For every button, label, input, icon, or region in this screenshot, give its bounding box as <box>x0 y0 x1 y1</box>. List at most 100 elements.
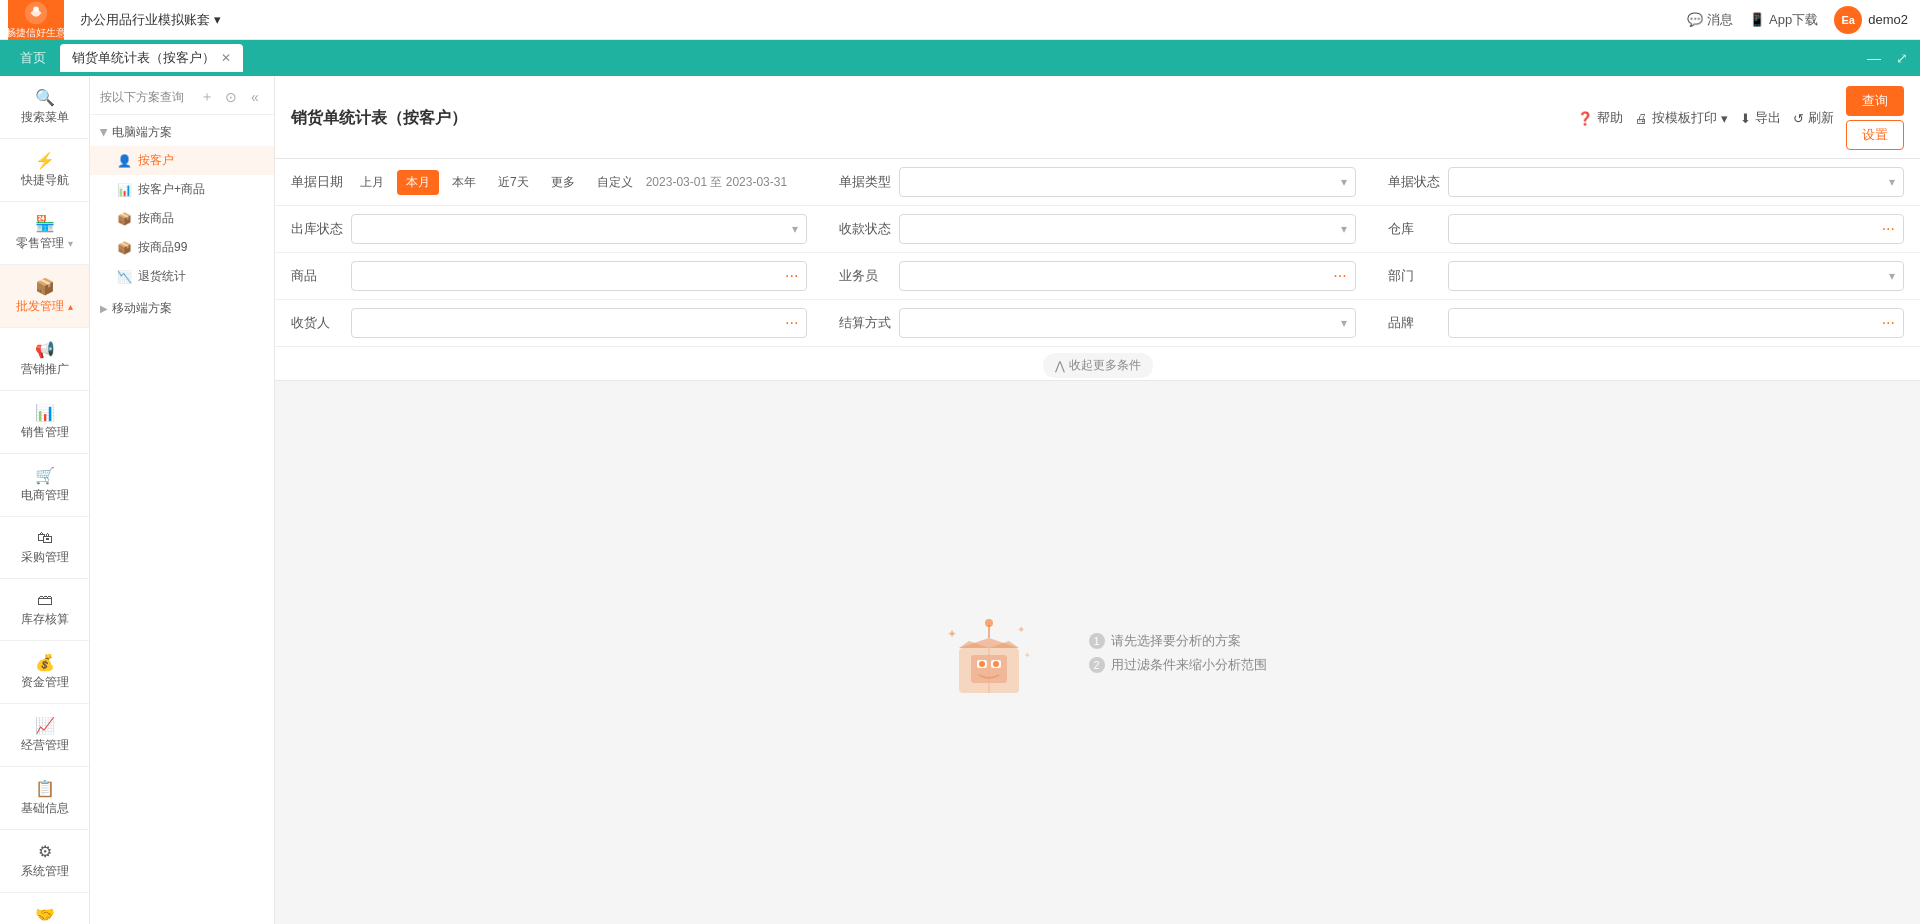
refresh-button[interactable]: ↺ 刷新 <box>1793 109 1834 127</box>
consignee-input[interactable]: ··· <box>351 308 807 338</box>
shortcut-more[interactable]: 更多 <box>542 170 584 195</box>
desktop-group-arrow-icon: ▶ <box>99 129 110 137</box>
settlement-select[interactable]: ▾ <box>899 308 1355 338</box>
message-label: 消息 <box>1707 11 1733 29</box>
doc-type-select[interactable]: ▾ <box>899 167 1355 197</box>
sidebar-item-finance[interactable]: 💰 资金管理 <box>0 641 89 704</box>
hint-num-1: 1 <box>1089 633 1105 649</box>
brand-input[interactable]: ··· <box>1448 308 1904 338</box>
tab-maximize-button[interactable]: ⤢ <box>1892 48 1912 68</box>
refresh-icon: ↺ <box>1793 111 1804 126</box>
out-status-select[interactable]: ▾ <box>351 214 807 244</box>
basic-icon: 📋 <box>4 779 85 798</box>
sidebar-item-marketing[interactable]: 📢 营销推广 <box>0 328 89 391</box>
workspace-dropdown-icon: ▾ <box>214 12 221 27</box>
scheme-item-by-product[interactable]: 📦 按商品 <box>90 204 274 233</box>
sidebar-item-collab[interactable]: 🤝 企业协同 <box>0 893 89 924</box>
tab-close-icon[interactable]: ✕ <box>221 52 231 64</box>
sidebar-item-retail[interactable]: 🏪 零售管理 ▾ <box>0 202 89 265</box>
scheme-group-desktop: ▶ 电脑端方案 👤 按客户 📊 按客户+商品 📦 按商品 📦 按商品 <box>90 119 274 291</box>
inventory-icon: 🗃 <box>4 591 85 609</box>
scheme-item-by-customer-product[interactable]: 📊 按客户+商品 <box>90 175 274 204</box>
shortcut-this-month[interactable]: 本月 <box>397 170 439 195</box>
svg-rect-4 <box>971 655 1007 683</box>
scheme-group-desktop-header[interactable]: ▶ 电脑端方案 <box>90 119 274 146</box>
settings-button[interactable]: 设置 <box>1846 120 1904 150</box>
settlement-dropdown-icon: ▾ <box>1341 316 1347 330</box>
shortcut-custom[interactable]: 自定义 <box>588 170 642 195</box>
product-input-wrapper: ··· <box>351 261 807 291</box>
scheme-add-button[interactable]: ＋ <box>198 88 216 106</box>
message-icon: 💬 <box>1687 12 1703 27</box>
by-customer-label: 按客户 <box>138 152 174 169</box>
export-button[interactable]: ⬇ 导出 <box>1740 109 1781 127</box>
warehouse-input[interactable]: ··· <box>1448 214 1904 244</box>
by-customer-product-label: 按客户+商品 <box>138 181 205 198</box>
operations-icon: 📈 <box>4 716 85 735</box>
sidebar-label-retail: 零售管理 <box>16 236 64 250</box>
workspace-selector[interactable]: 办公用品行业模拟账套 ▾ <box>72 7 229 33</box>
salesperson-dots-icon[interactable]: ··· <box>1333 267 1346 285</box>
workspace-name: 办公用品行业模拟账套 <box>80 11 210 29</box>
by-product-label: 按商品 <box>138 210 174 227</box>
query-button[interactable]: 查询 <box>1846 86 1904 116</box>
template-print-button[interactable]: 🖨 按模板打印 ▾ <box>1635 109 1728 127</box>
ecommerce-icon: 🛒 <box>4 466 85 485</box>
refresh-label: 刷新 <box>1808 109 1834 127</box>
doc-type-label: 单据类型 <box>839 173 891 191</box>
shortcut-prev-month[interactable]: 上月 <box>351 170 393 195</box>
sidebar-item-quick-nav[interactable]: ⚡ 快捷导航 <box>0 139 89 202</box>
sidebar-item-ecommerce[interactable]: 🛒 电商管理 <box>0 454 89 517</box>
tab-home[interactable]: 首页 <box>8 44 58 72</box>
sidebar-item-basic[interactable]: 📋 基础信息 <box>0 767 89 830</box>
scheme-item-by-product-99[interactable]: 📦 按商品99 <box>90 233 274 262</box>
help-button[interactable]: ❓ 帮助 <box>1577 109 1623 127</box>
print-icon: 🖨 <box>1635 111 1648 126</box>
payment-status-select[interactable]: ▾ <box>899 214 1355 244</box>
brand-dots-icon[interactable]: ··· <box>1882 314 1895 332</box>
sidebar-item-wholesale[interactable]: 📦 批发管理 ▴ <box>0 265 89 328</box>
product-input[interactable]: ··· <box>351 261 807 291</box>
shortcut-last-7[interactable]: 近7天 <box>489 170 538 195</box>
by-customer-product-icon: 📊 <box>116 182 132 198</box>
by-product-icon: 📦 <box>116 211 132 227</box>
warehouse-dots-icon[interactable]: ··· <box>1882 220 1895 238</box>
sidebar-item-operations[interactable]: 📈 经营管理 <box>0 704 89 767</box>
sidebar-item-system[interactable]: ⚙ 系统管理 <box>0 830 89 893</box>
collapse-button[interactable]: ⋀ 收起更多条件 <box>1043 353 1153 378</box>
filter-cell-consignee: 收货人 ··· <box>275 300 823 347</box>
sidebar-label-system: 系统管理 <box>21 864 69 878</box>
user-profile[interactable]: Ea demo2 <box>1834 6 1908 34</box>
scheme-item-by-customer[interactable]: 👤 按客户 <box>90 146 274 175</box>
filter-cell-product: 商品 ··· <box>275 253 823 300</box>
department-select[interactable]: ▾ <box>1448 261 1904 291</box>
scheme-settings-button[interactable]: ⊙ <box>222 88 240 106</box>
collapse-label: 收起更多条件 <box>1069 357 1141 374</box>
sidebar-item-inventory[interactable]: 🗃 库存核算 <box>0 579 89 641</box>
scheme-group-mobile-header[interactable]: ▶ 移动端方案 <box>90 295 274 322</box>
sidebar-label-inventory: 库存核算 <box>21 612 69 626</box>
sidebar-item-purchase[interactable]: 🛍 采购管理 <box>0 517 89 579</box>
app-download-button[interactable]: 📱 App下载 <box>1749 11 1818 29</box>
scheme-item-return-stats[interactable]: 📉 退货统计 <box>90 262 274 291</box>
product-dots-icon[interactable]: ··· <box>785 267 798 285</box>
shortcut-this-year[interactable]: 本年 <box>443 170 485 195</box>
tab-sales-stats[interactable]: 销货单统计表（按客户） ✕ <box>60 44 243 72</box>
tab-minimize-button[interactable]: — <box>1864 48 1884 68</box>
return-stats-label: 退货统计 <box>138 268 186 285</box>
desktop-group-label: 电脑端方案 <box>112 124 172 141</box>
salesperson-input[interactable]: ··· <box>899 261 1355 291</box>
empty-illustration: ✦ ✦ ✦ <box>929 593 1049 713</box>
sidebar-label-wholesale: 批发管理 <box>16 299 64 313</box>
filter-cell-warehouse: 仓库 ··· <box>1372 206 1920 253</box>
sidebar-item-search-menu[interactable]: 🔍 搜索菜单 <box>0 76 89 139</box>
app-download-label: App下载 <box>1769 11 1818 29</box>
sidebar-item-sales[interactable]: 📊 销售管理 <box>0 391 89 454</box>
department-input-wrapper: ▾ <box>1448 261 1904 291</box>
template-print-label: 按模板打印 <box>1652 109 1717 127</box>
scheme-panel-actions: ＋ ⊙ « <box>198 88 264 106</box>
doc-status-select[interactable]: ▾ <box>1448 167 1904 197</box>
scheme-collapse-button[interactable]: « <box>246 88 264 106</box>
message-button[interactable]: 💬 消息 <box>1687 11 1733 29</box>
consignee-dots-icon[interactable]: ··· <box>785 314 798 332</box>
